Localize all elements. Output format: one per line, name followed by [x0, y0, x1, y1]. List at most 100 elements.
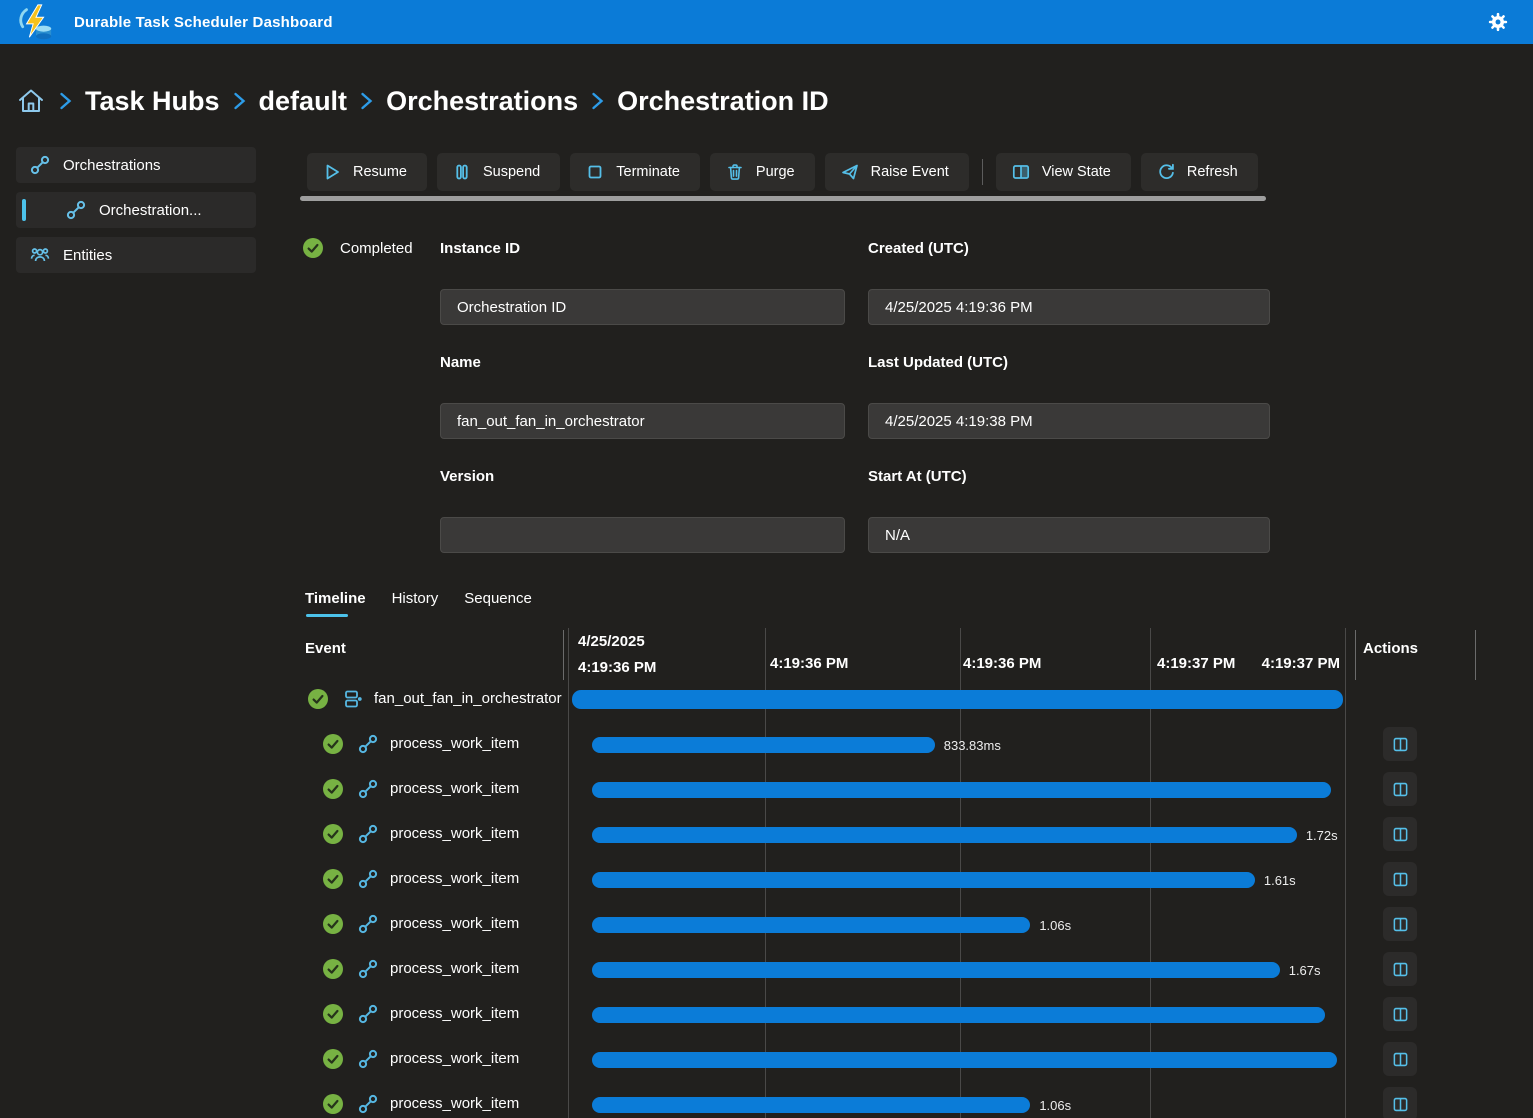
selected-indicator	[22, 199, 26, 221]
bar-duration-label: 1.67s	[1289, 963, 1321, 978]
event-name: fan_out_fan_in_orchestrator	[374, 690, 562, 707]
split-panel-icon	[1392, 1051, 1409, 1068]
people-icon	[30, 245, 50, 265]
timeline-panel: Event 4/25/2025 4:19:36 PM 4:19:36 PM 4:…	[295, 628, 1533, 1118]
timeline-bar[interactable]	[572, 690, 1343, 709]
event-name: process_work_item	[390, 1095, 519, 1112]
start-at-utc-field[interactable]: N/A	[868, 517, 1270, 553]
activity-icon	[358, 824, 378, 844]
link-icon	[66, 200, 86, 220]
toolbar-horizontal-scrollbar[interactable]	[300, 196, 1266, 201]
sidebar-item-orchestration-instance[interactable]: Orchestration...	[16, 192, 256, 228]
actions-column-header: Actions	[1363, 640, 1418, 657]
terminate-button[interactable]: Terminate	[570, 153, 700, 191]
split-panel-icon	[1392, 826, 1409, 843]
timeline-bar[interactable]	[592, 872, 1255, 888]
purge-button[interactable]: Purge	[710, 153, 815, 191]
time-tick: 4/25/2025 4:19:36 PM	[578, 629, 656, 681]
instance-id-field[interactable]: Orchestration ID	[440, 289, 845, 325]
timeline-bar[interactable]	[592, 962, 1280, 978]
created-utc-field[interactable]: 4/25/2025 4:19:36 PM	[868, 289, 1270, 325]
orchestration-status: Completed	[303, 238, 413, 258]
completed-status-icon	[323, 1049, 343, 1069]
version-field[interactable]	[440, 517, 845, 553]
timeline-bar[interactable]	[592, 917, 1030, 933]
view-state-button[interactable]	[1383, 952, 1417, 986]
header-separator	[1475, 630, 1476, 680]
home-icon[interactable]	[16, 86, 46, 116]
activity-icon	[358, 1049, 378, 1069]
activity-icon	[358, 734, 378, 754]
timeline-bar[interactable]	[592, 1097, 1030, 1113]
time-tick: 4:19:36 PM	[963, 655, 1041, 672]
timeline-row: process_work_item 833.83ms	[295, 722, 1533, 767]
time-tick: 4:19:37 PM	[1262, 655, 1340, 672]
activity-icon	[358, 959, 378, 979]
timeline-row: process_work_item 1.67s	[295, 947, 1533, 992]
suspend-button[interactable]: Suspend	[437, 153, 560, 191]
play-icon	[322, 162, 342, 182]
view-state-button[interactable]	[1383, 907, 1417, 941]
view-state-button[interactable]	[1383, 862, 1417, 896]
view-state-button[interactable]	[1383, 772, 1417, 806]
view-state-button[interactable]	[1383, 1042, 1417, 1076]
sidebar-item-label: Entities	[63, 247, 112, 264]
timeline-row: process_work_item 1.06s	[295, 1082, 1533, 1118]
timeline-bar[interactable]	[592, 782, 1331, 798]
link-icon	[30, 155, 50, 175]
orchestration-icon	[343, 689, 363, 709]
event-name: process_work_item	[390, 1050, 519, 1067]
split-panel-icon	[1011, 162, 1031, 182]
version-label: Version	[440, 468, 494, 485]
refresh-button[interactable]: Refresh	[1141, 153, 1258, 191]
app-title: Durable Task Scheduler Dashboard	[74, 14, 333, 31]
bar-duration-label: 833.83ms	[944, 738, 1001, 753]
completed-status-icon	[323, 869, 343, 889]
detail-tabs: Timeline History Sequence	[305, 590, 532, 617]
activity-icon	[358, 1094, 378, 1114]
event-name: process_work_item	[390, 735, 519, 752]
view-state-button[interactable]	[1383, 1087, 1417, 1118]
sidebar-item-label: Orchestration...	[99, 202, 202, 219]
tab-timeline[interactable]: Timeline	[305, 590, 366, 617]
timeline-bar[interactable]	[592, 737, 935, 753]
instance-id-label: Instance ID	[440, 240, 520, 257]
timeline-bar[interactable]	[592, 1052, 1337, 1068]
event-name: process_work_item	[390, 870, 519, 887]
split-panel-icon	[1392, 781, 1409, 798]
event-name: process_work_item	[390, 960, 519, 977]
tab-sequence[interactable]: Sequence	[464, 590, 532, 617]
view-state-button[interactable]: View State	[996, 153, 1131, 191]
start-at-utc-label: Start At (UTC)	[868, 468, 967, 485]
sidebar-item-entities[interactable]: Entities	[16, 237, 256, 273]
completed-status-icon	[323, 734, 343, 754]
activity-icon	[358, 869, 378, 889]
name-field[interactable]: fan_out_fan_in_orchestrator	[440, 403, 845, 439]
breadcrumb-task-hubs[interactable]: Task Hubs	[85, 86, 220, 117]
view-state-button[interactable]	[1383, 727, 1417, 761]
tab-history[interactable]: History	[392, 590, 439, 617]
timeline-row: process_work_item	[295, 767, 1533, 812]
split-panel-icon	[1392, 1006, 1409, 1023]
sidebar-item-label: Orchestrations	[63, 157, 161, 174]
timeline-row: fan_out_fan_in_orchestrator	[295, 677, 1533, 722]
last-updated-utc-label: Last Updated (UTC)	[868, 354, 1008, 371]
timeline-bar[interactable]	[592, 1007, 1325, 1023]
last-updated-utc-field[interactable]: 4/25/2025 4:19:38 PM	[868, 403, 1270, 439]
completed-status-icon	[323, 824, 343, 844]
split-panel-icon	[1392, 1096, 1409, 1113]
view-state-button[interactable]	[1383, 817, 1417, 851]
breadcrumb-chevron-icon	[59, 89, 72, 113]
resume-button[interactable]: Resume	[307, 153, 427, 191]
view-state-button[interactable]	[1383, 997, 1417, 1031]
durable-task-scheduler-logo-icon	[16, 2, 56, 42]
split-panel-icon	[1392, 961, 1409, 978]
completed-status-icon	[323, 959, 343, 979]
raise-event-button[interactable]: Raise Event	[825, 153, 969, 191]
event-column-header: Event	[305, 640, 346, 657]
sidebar-item-orchestrations[interactable]: Orchestrations	[16, 147, 256, 183]
time-tick: 4:19:36 PM	[770, 655, 848, 672]
header-separator	[1355, 630, 1356, 680]
timeline-row: process_work_item	[295, 992, 1533, 1037]
timeline-bar[interactable]	[592, 827, 1297, 843]
